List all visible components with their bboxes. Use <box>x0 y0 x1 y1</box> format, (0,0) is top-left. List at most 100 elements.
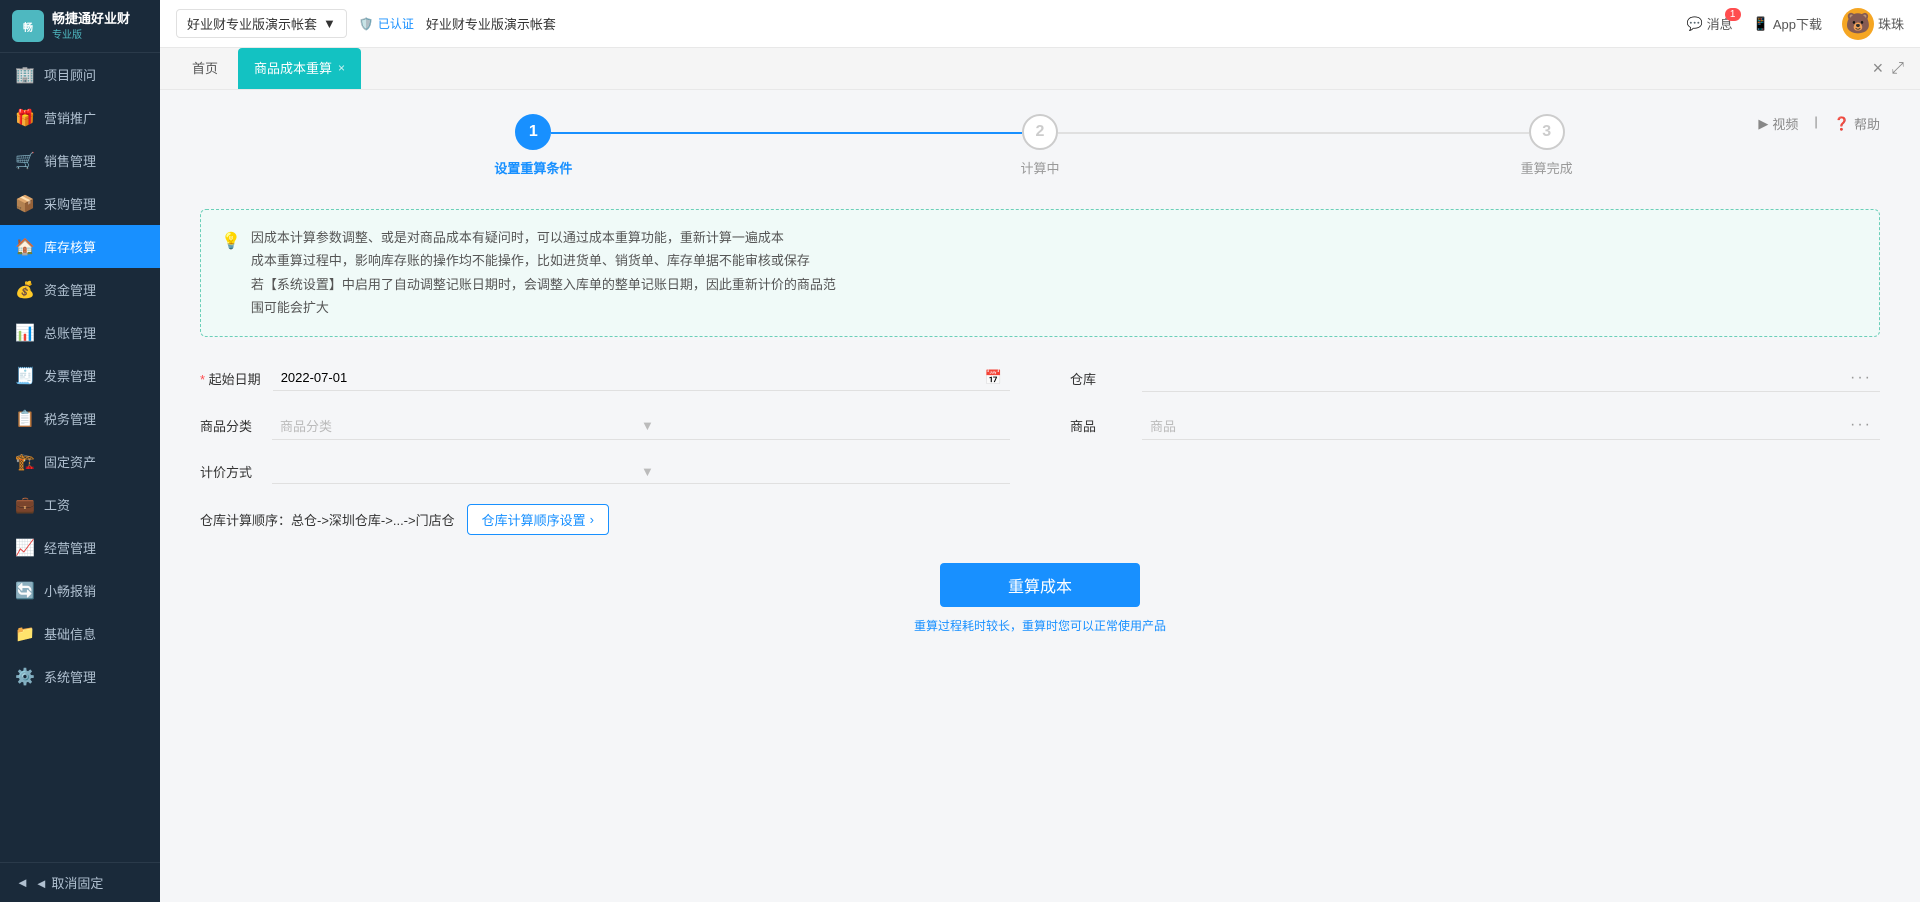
category-select[interactable]: 商品分类 ▼ <box>272 412 1010 440</box>
step-1-circle: 1 <box>515 114 551 150</box>
tab-active-label: 商品成本重算 <box>254 58 332 77</box>
warehouse-dots-icon[interactable]: ··· <box>1850 369 1872 387</box>
sidebar: 畅 畅捷通好业财 专业版 🏢 项目顾问 🎁 营销推广 🛒 销售管理 📦 采购管理… <box>0 0 160 902</box>
sidebar-item-marketing[interactable]: 🎁 营销推广 <box>0 96 160 139</box>
pricing-row: 计价方式 ▼ <box>200 460 1010 484</box>
sidebar-item-inventory[interactable]: 🏠 库存核算 <box>0 225 160 268</box>
info-line-3: 若【系统设置】中启用了自动调整记账日期时，会调整入库单的整单记账日期，因此重新计… <box>251 273 836 296</box>
start-date-label: 起始日期 <box>200 369 261 388</box>
app-logo: 畅 <box>12 10 44 42</box>
warehouse-order-row: 仓库计算顺序：总仓->深圳仓库->...->门店仓 仓库计算顺序设置 › <box>200 504 1880 535</box>
assets-icon: 🏗️ <box>16 453 34 471</box>
sidebar-item-label: 销售管理 <box>44 151 96 170</box>
inventory-icon: 🏠 <box>16 238 34 256</box>
app-subtitle: 专业版 <box>52 26 130 41</box>
sidebar-item-project[interactable]: 🏢 项目顾问 <box>0 53 160 96</box>
form-grid: 起始日期 📅 仓库 ··· 商品分类 商品分类 ▼ <box>200 365 1880 484</box>
warehouse-order-btn-label: 仓库计算顺序设置 <box>482 510 586 529</box>
notification-badge: 1 <box>1725 8 1741 21</box>
warehouse-row: 仓库 ··· <box>1070 365 1880 392</box>
sidebar-pin-toggle[interactable]: ◄ ◄ 取消固定 <box>0 862 160 902</box>
sidebar-item-purchase[interactable]: 📦 采购管理 <box>0 182 160 225</box>
message-icon: 💬 <box>1686 16 1702 32</box>
expand-window-icon[interactable]: ⤢ <box>1891 60 1904 78</box>
sidebar-item-salary[interactable]: 💼 工资 <box>0 483 160 526</box>
sidebar-item-accounting[interactable]: 📊 总账管理 <box>0 311 160 354</box>
recalc-hint: 重算过程耗时较长，重算时您可以正常使用产品 <box>914 617 1166 634</box>
sidebar-item-tax[interactable]: 📋 税务管理 <box>0 397 160 440</box>
purchase-icon: 📦 <box>16 195 34 213</box>
sidebar-item-basic[interactable]: 📁 基础信息 <box>0 612 160 655</box>
step-3-circle: 3 <box>1529 114 1565 150</box>
info-content: 因成本计算参数调整、或是对商品成本有疑问时，可以通过成本重算功能，重新计算一遍成… <box>251 226 836 320</box>
app-download-label: App下载 <box>1773 14 1822 33</box>
sidebar-item-label: 项目顾问 <box>44 65 96 84</box>
product-input-wrapper[interactable]: 商品 ··· <box>1142 412 1880 440</box>
sidebar-item-invoice[interactable]: 🧾 发票管理 <box>0 354 160 397</box>
avatar: 🐻 <box>1842 8 1874 40</box>
expense-icon: 🔄 <box>16 582 34 600</box>
project-icon: 🏢 <box>16 66 34 84</box>
info-line-1: 因成本计算参数调整、或是对商品成本有疑问时，可以通过成本重算功能，重新计算一遍成… <box>251 226 836 249</box>
sidebar-item-label: 经营管理 <box>44 538 96 557</box>
sidebar-item-label: 资金管理 <box>44 280 96 299</box>
sidebar-item-system[interactable]: ⚙️ 系统管理 <box>0 655 160 698</box>
sidebar-item-expense[interactable]: 🔄 小畅报销 <box>0 569 160 612</box>
tab-close-icon[interactable]: × <box>338 61 345 75</box>
start-date-input[interactable] <box>281 370 985 385</box>
sidebar-item-label: 税务管理 <box>44 409 96 428</box>
verified-account-name: 好业财专业版演示帐套 <box>426 14 556 33</box>
warning-icon: 💡 <box>221 228 241 320</box>
step-2: 2 计算中 <box>787 114 1294 177</box>
verified-text: 已认证 <box>378 15 414 32</box>
step-1: 1 设置重算条件 <box>280 114 787 177</box>
step-2-label: 计算中 <box>1021 158 1060 177</box>
sidebar-item-sales[interactable]: 🛒 销售管理 <box>0 139 160 182</box>
recalc-button[interactable]: 重算成本 <box>940 563 1140 607</box>
calendar-icon[interactable]: 📅 <box>985 369 1002 386</box>
info-line-2: 成本重算过程中，影响库存账的操作均不能操作，比如进货单、销货单、库存单据不能审核… <box>251 249 836 272</box>
sidebar-header: 畅 畅捷通好业财 专业版 <box>0 0 160 53</box>
sidebar-item-operations[interactable]: 📈 经营管理 <box>0 526 160 569</box>
sidebar-item-label: 库存核算 <box>44 237 96 256</box>
tax-icon: 📋 <box>16 410 34 428</box>
product-dots-icon[interactable]: ··· <box>1850 416 1872 434</box>
user-profile-button[interactable]: 🐻 珠珠 <box>1842 8 1904 40</box>
sidebar-item-label: 工资 <box>44 495 70 514</box>
tab-home[interactable]: 首页 <box>176 48 234 89</box>
warehouse-order-label: 仓库计算顺序：总仓->深圳仓库->...->门店仓 <box>200 510 455 529</box>
topbar: 好业财专业版演示帐套 ▼ 🛡️ 已认证 好业财专业版演示帐套 💬 消息 1 📱 … <box>160 0 1920 48</box>
finance-icon: 💰 <box>16 281 34 299</box>
sidebar-item-label: 发票管理 <box>44 366 96 385</box>
sales-icon: 🛒 <box>16 152 34 170</box>
sidebar-item-label: 固定资产 <box>44 452 96 471</box>
warehouse-order-settings-button[interactable]: 仓库计算顺序设置 › <box>467 504 609 535</box>
app-download-button[interactable]: 📱 App下载 <box>1753 14 1822 33</box>
sidebar-item-assets[interactable]: 🏗️ 固定资产 <box>0 440 160 483</box>
topbar-actions: 💬 消息 1 📱 App下载 🐻 珠珠 <box>1686 8 1904 40</box>
sidebar-item-finance[interactable]: 💰 资金管理 <box>0 268 160 311</box>
pin-icon: ◄ <box>16 875 29 890</box>
close-window-icon[interactable]: × <box>1873 58 1884 79</box>
steps-container: 1 设置重算条件 2 计算中 3 重算完成 <box>200 114 1880 177</box>
warehouse-label: 仓库 <box>1070 369 1130 388</box>
content-area: ▶ 视频 | ❓ 帮助 1 设置重算条件 2 <box>160 90 1920 902</box>
pricing-select[interactable]: ▼ <box>272 460 1010 484</box>
message-button[interactable]: 💬 消息 1 <box>1686 14 1732 33</box>
verified-badge: 🛡️ 已认证 <box>359 15 414 32</box>
app-title: 畅捷通好业财 <box>52 11 130 27</box>
accounting-icon: 📊 <box>16 324 34 342</box>
tab-home-label: 首页 <box>192 61 218 76</box>
step-1-label: 设置重算条件 <box>494 158 572 177</box>
shield-icon: 🛡️ <box>359 17 374 31</box>
sidebar-item-label: 系统管理 <box>44 667 96 686</box>
account-selector[interactable]: 好业财专业版演示帐套 ▼ <box>176 9 347 38</box>
sidebar-item-label: 采购管理 <box>44 194 96 213</box>
tab-cost-recalc[interactable]: 商品成本重算 × <box>238 48 361 89</box>
category-label: 商品分类 <box>200 416 260 435</box>
start-date-input-wrapper[interactable]: 📅 <box>273 365 1010 391</box>
warehouse-input-wrapper[interactable]: ··· <box>1142 365 1880 392</box>
invoice-icon: 🧾 <box>16 367 34 385</box>
sidebar-item-label: 营销推广 <box>44 108 96 127</box>
pricing-chevron-icon: ▼ <box>641 464 1002 479</box>
